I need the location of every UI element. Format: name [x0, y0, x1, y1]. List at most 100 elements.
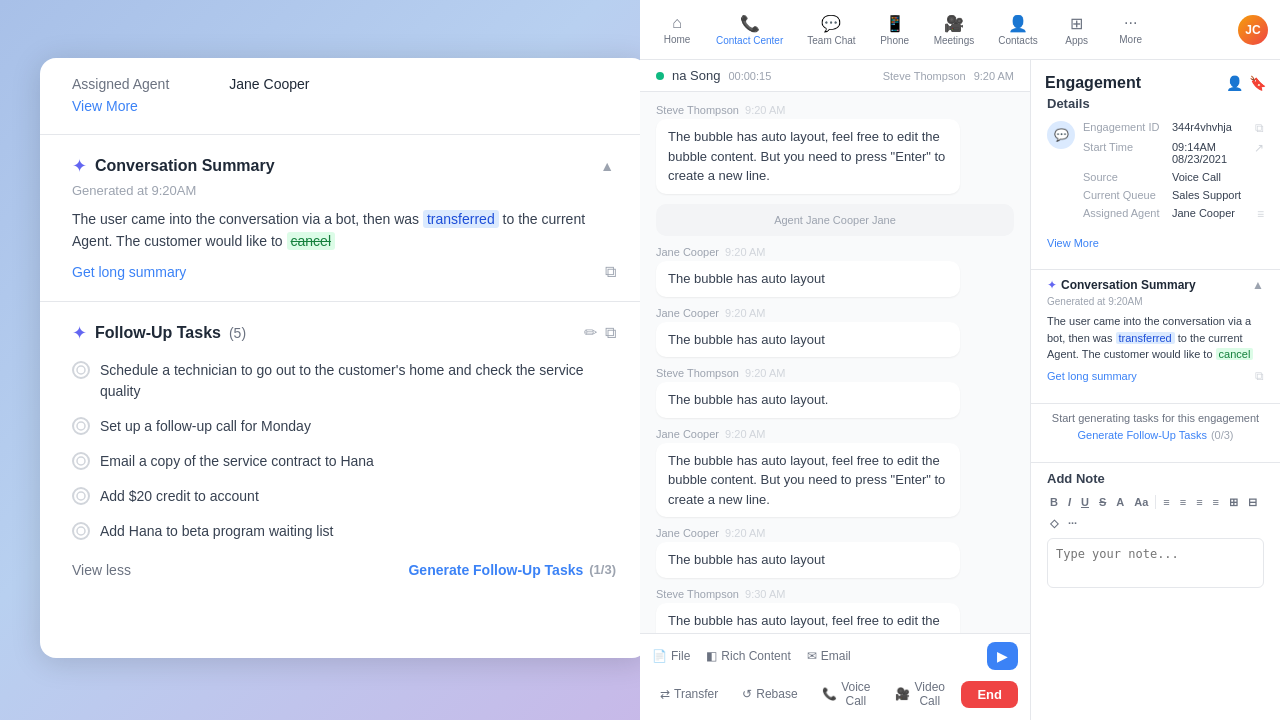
voice-call-label: Voice Call [841, 680, 872, 708]
summary-pre: The user came into the conversation via … [72, 211, 423, 227]
task-item: Set up a follow-up call for Monday [72, 416, 616, 437]
nav-meetings-label: Meetings [934, 35, 975, 46]
add-note-section: Add Note B I U S A Aa ≡ ≡ ≡ ≡ ⊞ ⊟ ◇ ··· [1031, 471, 1280, 603]
generate-tasks-area: Start generating tasks for this engageme… [1031, 412, 1280, 454]
nav-items: ⌂ Home 📞 Contact Center 💬 Team Chat 📱 Ph… [652, 8, 1156, 52]
nav-item-meetings[interactable]: 🎥 Meetings [924, 8, 985, 52]
generate-followup-button[interactable]: Generate Follow-Up Tasks (1/3) [408, 562, 616, 578]
remove-button[interactable]: ⊟ [1245, 494, 1260, 511]
color-button[interactable]: A [1113, 494, 1127, 510]
small-copy-button[interactable]: ⧉ [1255, 369, 1264, 383]
italic-button[interactable]: I [1065, 494, 1074, 510]
get-long-small-link[interactable]: Get long summary [1047, 370, 1137, 382]
msg-agent-label-group: Agent Jane Cooper Jane [656, 204, 1014, 237]
engagement-panel: Engagement 👤 🔖 Details 💬 Engagement ID 3… [1030, 60, 1280, 720]
list1-button[interactable]: ≡ [1160, 494, 1172, 510]
small-summary-text: The user came into the conversation via … [1047, 313, 1264, 363]
section-title-row: ✦ Conversation Summary [72, 155, 275, 177]
conversation-summary-section: ✦ Conversation Summary ▲ Generated at 9:… [72, 135, 616, 301]
chat-input-area: 📄 File ◧ Rich Content ✉ Email ▶ ⇄ [640, 633, 1030, 720]
task-checkbox-5[interactable] [72, 522, 90, 540]
task-checkbox-2[interactable] [72, 417, 90, 435]
assigned-agent-row: Assigned Agent Jane Cooper [72, 58, 616, 96]
nav-item-apps[interactable]: ⊞ Apps [1052, 8, 1102, 52]
messages-list[interactable]: Steve Thompson 9:20 AM The bubble has au… [640, 92, 1030, 633]
msg-bubble-4: The bubble has auto layout. [656, 382, 960, 418]
more-icon: ··· [1124, 14, 1137, 32]
bookmark-icon[interactable]: 🔖 [1249, 75, 1266, 91]
gen-tasks-btn[interactable]: Generate Follow-Up Tasks (0/3) [1077, 429, 1233, 441]
video-call-button[interactable]: 🎥 Video Call [887, 676, 953, 712]
note-textarea[interactable] [1047, 538, 1264, 588]
nav-item-home[interactable]: ⌂ Home [652, 8, 702, 51]
nav-item-team-chat[interactable]: 💬 Team Chat [797, 8, 865, 52]
detail-label-queue: Current Queue [1083, 189, 1168, 201]
nav-item-more[interactable]: ··· More [1106, 8, 1156, 51]
assigned-value: Jane Cooper [229, 76, 309, 92]
view-less-link[interactable]: View less [72, 562, 131, 578]
task-text-2: Set up a follow-up call for Monday [100, 416, 311, 437]
msg-sender-5: Jane Cooper 9:20 AM [656, 428, 1014, 440]
chat-user-name: na Song [672, 68, 720, 83]
edit-tasks-button[interactable]: ✏ [584, 323, 597, 342]
rebase-label: Rebase [756, 687, 797, 701]
copy-id-icon[interactable]: ⧉ [1255, 121, 1264, 135]
view-more-link[interactable]: View More [72, 96, 616, 134]
chat-tab-rich-content[interactable]: ◧ Rich Content [706, 642, 790, 670]
task-checkbox-1[interactable] [72, 361, 90, 379]
chat-tab-file[interactable]: 📄 File [652, 642, 690, 670]
underline-button[interactable]: U [1078, 494, 1092, 510]
task-checkbox-3[interactable] [72, 452, 90, 470]
collapse-button[interactable]: ▲ [598, 156, 616, 176]
engagement-avatar: 💬 [1047, 121, 1075, 149]
list2-button[interactable]: ≡ [1177, 494, 1189, 510]
list4-button[interactable]: ≡ [1210, 494, 1222, 510]
top-navigation: ⌂ Home 📞 Contact Center 💬 Team Chat 📱 Ph… [640, 0, 1280, 60]
small-collapse-button[interactable]: ▲ [1252, 278, 1264, 292]
chat-tab-email[interactable]: ✉ Email [807, 642, 851, 670]
voice-call-button[interactable]: 📞 Voice Call [814, 676, 880, 712]
assigned-label: Assigned Agent [72, 76, 169, 92]
transfer-button[interactable]: ⇄ Transfer [652, 683, 726, 705]
nav-item-contact-center[interactable]: 📞 Contact Center [706, 8, 793, 52]
bold-button[interactable]: B [1047, 494, 1061, 510]
rebase-button[interactable]: ↺ Rebase [734, 683, 805, 705]
detail-row-queue: Current Queue Sales Support [1083, 189, 1264, 201]
agent-label-bubble: Agent Jane Cooper Jane [656, 204, 1014, 237]
copy-tasks-button[interactable]: ⧉ [605, 324, 616, 342]
small-section-title-row: ✦ Conversation Summary [1047, 278, 1196, 292]
user-avatar[interactable]: JC [1238, 15, 1268, 45]
svg-point-0 [77, 366, 85, 374]
nav-item-contacts[interactable]: 👤 Contacts [988, 8, 1047, 52]
copy-summary-button[interactable]: ⧉ [605, 263, 616, 281]
followup-title-row: ✦ Follow-Up Tasks (5) [72, 322, 246, 344]
steve-thompson-label: Steve Thompson [883, 70, 966, 82]
strikethrough-button[interactable]: S [1096, 494, 1109, 510]
copy-time-icon[interactable]: ↗ [1254, 141, 1264, 155]
msg-bubble-5: The bubble has auto layout, feel free to… [656, 443, 960, 518]
video-call-icon: 🎥 [895, 687, 910, 701]
msg-group-7: Steve Thompson 9:30 AM The bubble has au… [656, 588, 1014, 634]
phone-icon: 📱 [885, 14, 905, 33]
msg-bubble-2: The bubble has auto layout [656, 261, 960, 297]
nav-apps-label: Apps [1065, 35, 1088, 46]
table-button[interactable]: ⊞ [1226, 494, 1241, 511]
nav-item-phone[interactable]: 📱 Phone [870, 8, 920, 52]
engagement-header: Engagement 👤 🔖 [1031, 60, 1280, 96]
get-long-summary-link[interactable]: Get long summary [72, 264, 186, 280]
online-indicator [656, 72, 664, 80]
end-call-button[interactable]: End [961, 681, 1018, 708]
diamond-button[interactable]: ◇ [1047, 515, 1061, 532]
task-checkbox-4[interactable] [72, 487, 90, 505]
fontsize-button[interactable]: Aa [1131, 494, 1151, 510]
engagement-view-more[interactable]: View More [1047, 237, 1264, 249]
detail-row-time: Start Time 09:14AM 08/23/2021 ↗ [1083, 141, 1264, 165]
more-tools-button[interactable]: ··· [1065, 515, 1080, 531]
gen-tasks-label: Generate Follow-Up Tasks [1077, 429, 1206, 441]
list3-button[interactable]: ≡ [1193, 494, 1205, 510]
nav-phone-label: Phone [880, 35, 909, 46]
msg-sender-1: Steve Thompson 9:20 AM [656, 104, 1014, 116]
send-button[interactable]: ▶ [987, 642, 1018, 670]
small-generated-time: Generated at 9:20AM [1047, 296, 1264, 307]
contact-center-icon: 📞 [740, 14, 760, 33]
